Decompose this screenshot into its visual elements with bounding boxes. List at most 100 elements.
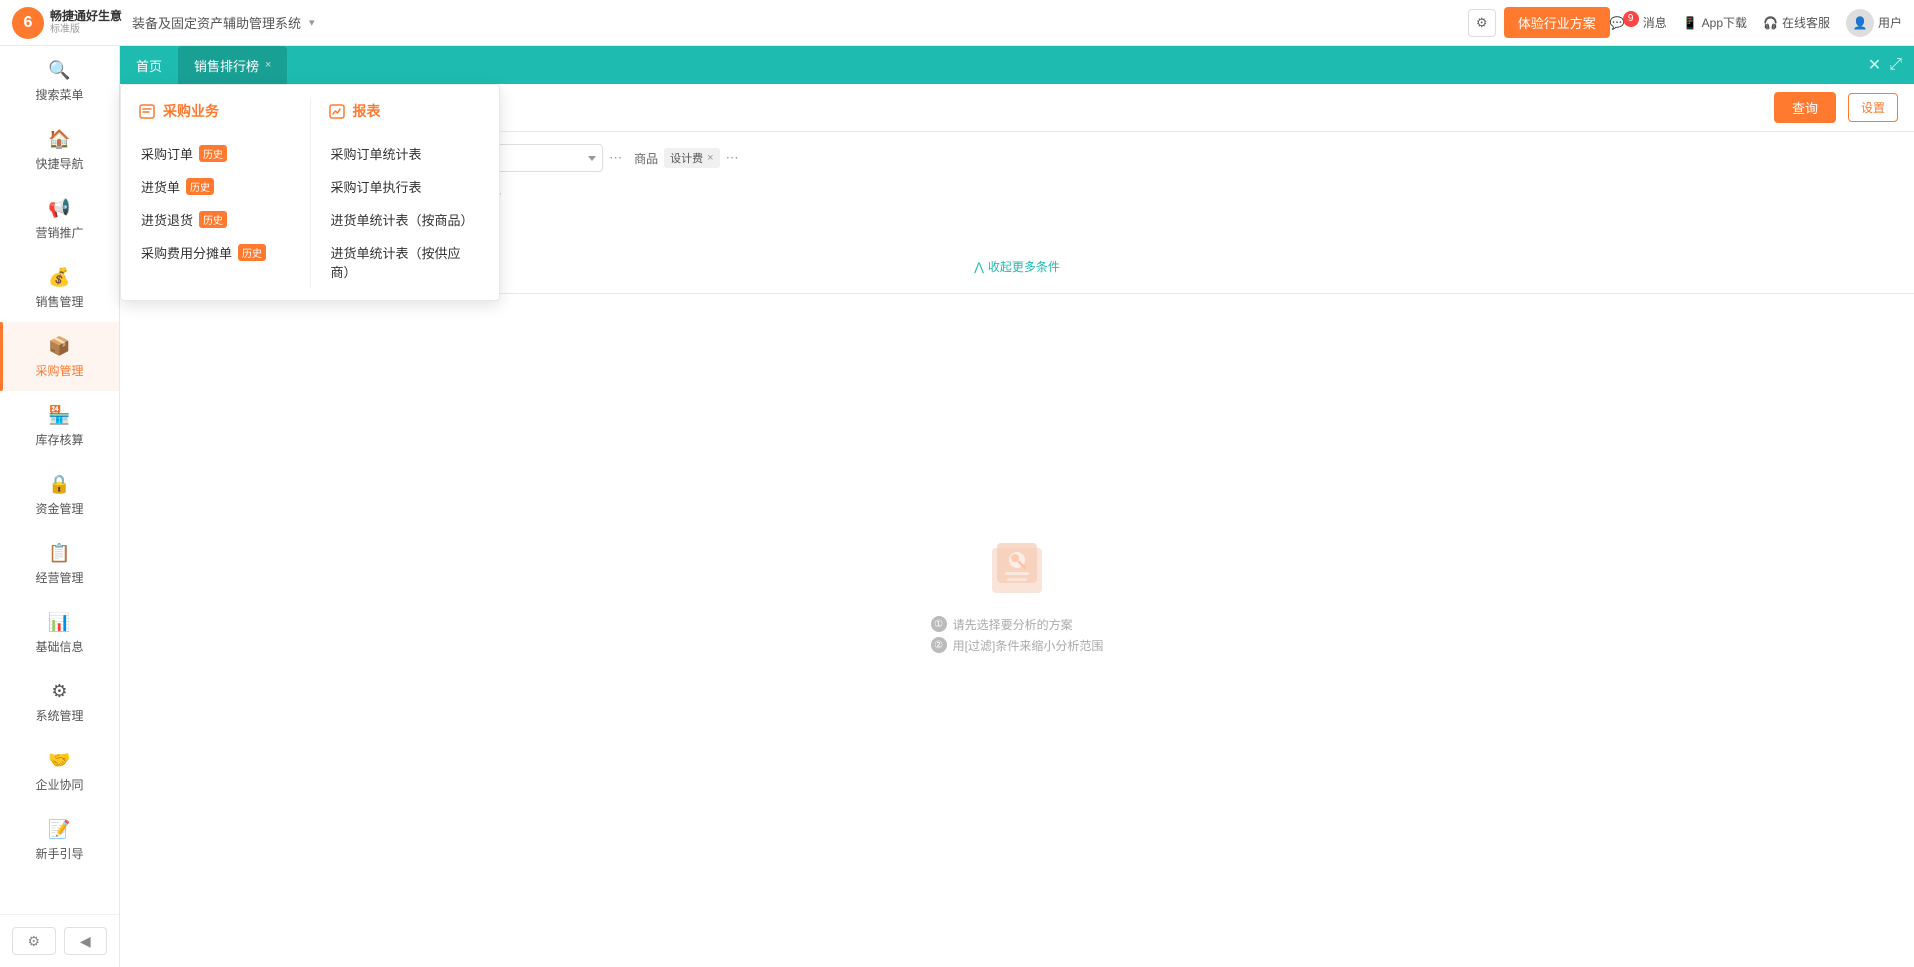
sidebar-item-quick-nav[interactable]: 🏠 快捷导航	[0, 115, 119, 184]
basic-info-icon: 📊	[48, 610, 72, 634]
item-label: 进货退货	[141, 210, 193, 229]
tab-sales-rank[interactable]: 销售排行榜 ×	[178, 46, 287, 84]
sidebar-collapse-btn[interactable]: ◀	[64, 927, 108, 955]
tab-close-window-btn[interactable]: ✕	[1868, 55, 1881, 75]
dropdown-item-inbound-return[interactable]: 进货退货 历史	[137, 203, 294, 236]
sidebar-item-label: 基础信息	[35, 638, 83, 655]
dropdown-item-purchase-order[interactable]: 采购订单 历史	[137, 137, 294, 170]
sidebar-item-label: 库存核算	[35, 431, 83, 448]
item-label: 采购费用分摊单	[141, 243, 232, 262]
tab-bar-actions: ✕ ⤢	[1868, 55, 1914, 75]
marketing-icon: 📢	[48, 196, 72, 220]
funds-icon: 🔒	[48, 472, 72, 496]
sidebar-item-label: 搜索菜单	[35, 86, 83, 103]
goods-tag-close[interactable]: ×	[707, 152, 713, 164]
tab-expand-btn[interactable]: ⤢	[1889, 56, 1902, 74]
sidebar: 🔍 搜索菜单 🏠 快捷导航 📢 营销推广 💰 销售管理 📦 采购管理 🏪 库存核…	[0, 46, 120, 967]
doc-status-more[interactable]: ⋯	[609, 150, 622, 166]
sidebar-item-label: 快捷导航	[35, 155, 83, 172]
sidebar-item-purchase[interactable]: 📦 采购管理	[0, 322, 119, 391]
tab-sales-rank-label: 销售排行榜	[194, 56, 259, 75]
empty-tips: ① 请先选择要分析的方案 ② 用[过滤]条件来缩小分析范围	[931, 616, 1104, 654]
dropdown-col-purchase-header: 采购业务	[137, 97, 294, 125]
tab-bar: 首页 销售排行榜 × ✕ ⤢	[120, 46, 1914, 84]
dropdown-col-purchase-label: 采购业务	[163, 101, 219, 121]
item-label: 进货单统计表（按供应商）	[331, 243, 480, 281]
collapse-arrow-icon: ⋀	[974, 260, 984, 274]
sidebar-footer: ⚙ ◀	[0, 914, 119, 967]
sidebar-item-label: 采购管理	[35, 362, 83, 379]
search-icon: 🔍	[48, 58, 72, 82]
sidebar-item-inventory[interactable]: 🏪 库存核算	[0, 391, 119, 460]
item-label: 采购订单执行表	[331, 177, 422, 196]
inventory-icon: 🏪	[48, 403, 72, 427]
online-service-btn[interactable]: 🎧 在线客服	[1763, 14, 1830, 31]
newbie-icon: 📝	[48, 817, 72, 841]
empty-tip-1: ① 请先选择要分析的方案	[931, 616, 1104, 633]
tab-close-icon[interactable]: ×	[265, 59, 271, 71]
tip2-num: ②	[931, 637, 947, 653]
dropdown-item-inbound[interactable]: 进货单 历史	[137, 170, 294, 203]
user-label: 用户	[1878, 14, 1902, 31]
sidebar-item-label: 企业协同	[35, 776, 83, 793]
sidebar-item-marketing[interactable]: 📢 营销推广	[0, 184, 119, 253]
dropdown-item-inbound-stat-supplier[interactable]: 进货单统计表（按供应商）	[327, 236, 484, 288]
logo-sub: 标准版	[50, 24, 122, 36]
sidebar-settings-btn[interactable]: ⚙	[12, 927, 56, 955]
phone-icon: 📱	[1683, 16, 1698, 30]
trial-button[interactable]: 体验行业方案	[1504, 7, 1610, 38]
dropdown-col-report-header: 报表	[327, 97, 484, 125]
tab-home-label: 首页	[136, 56, 162, 75]
user-btn[interactable]: 👤 用户	[1846, 9, 1902, 37]
logo-main: 畅捷通好生意	[50, 9, 122, 23]
enterprise-icon: 🤝	[48, 748, 72, 772]
sidebar-item-basic-info[interactable]: 📊 基础信息	[0, 598, 119, 667]
sidebar-item-sales[interactable]: 💰 销售管理	[0, 253, 119, 322]
sidebar-item-label: 营销推广	[35, 224, 83, 241]
sidebar-item-newbie[interactable]: 📝 新手引导	[0, 805, 119, 874]
dropdown-item-purchase-expense[interactable]: 采购费用分摊单 历史	[137, 236, 294, 269]
report-col-icon	[327, 101, 347, 121]
collapse-label: 收起更多条件	[988, 258, 1060, 275]
sidebar-item-system[interactable]: ⚙ 系统管理	[0, 667, 119, 736]
goods-label: 商品	[634, 150, 658, 167]
purchase-col-icon	[137, 101, 157, 121]
tab-home[interactable]: 首页	[120, 46, 178, 84]
item-label: 采购订单	[141, 144, 193, 163]
empty-state: ① 请先选择要分析的方案 ② 用[过滤]条件来缩小分析范围	[120, 294, 1914, 967]
dropdown-item-inbound-stat-goods[interactable]: 进货单统计表（按商品）	[327, 203, 484, 236]
sidebar-item-search[interactable]: 🔍 搜索菜单	[0, 46, 119, 115]
sidebar-item-enterprise[interactable]: 🤝 企业协同	[0, 736, 119, 805]
logo-text: 畅捷通好生意 标准版	[50, 9, 122, 35]
history-badge: 历史	[186, 178, 214, 195]
online-service-label: 在线客服	[1782, 14, 1830, 31]
item-label: 采购订单统计表	[331, 144, 422, 163]
doc-status-select[interactable]	[483, 144, 603, 172]
query-button[interactable]: 查询	[1774, 92, 1836, 123]
sidebar-item-label: 销售管理	[35, 293, 83, 310]
sidebar-item-label: 新手引导	[35, 845, 83, 862]
item-label: 进货单	[141, 177, 180, 196]
system-title-arrow[interactable]: ▾	[309, 16, 315, 29]
sales-icon: 💰	[48, 265, 72, 289]
app-download-btn[interactable]: 📱 App下载	[1683, 14, 1747, 31]
goods-more[interactable]: ⋯	[726, 150, 739, 166]
history-badge: 历史	[199, 145, 227, 162]
settings-button[interactable]: 设置	[1848, 93, 1898, 122]
empty-tip-2: ② 用[过滤]条件来缩小分析范围	[931, 637, 1104, 654]
dropdown-col-report-label: 报表	[353, 101, 381, 121]
history-badge: 历史	[199, 211, 227, 228]
dropdown-item-po-stat[interactable]: 采购订单统计表	[327, 137, 484, 170]
notifications-btn[interactable]: 💬 9 消息	[1610, 14, 1667, 31]
dropdown-menu: 采购业务 采购订单 历史 进货单 历史 进货退货 历史 采购费用分摊单 历史 报…	[120, 84, 500, 301]
system-title-area: 装备及固定资产辅助管理系统 ▾	[132, 13, 1460, 32]
dropdown-item-po-exec[interactable]: 采购订单执行表	[327, 170, 484, 203]
settings-icon[interactable]: ⚙	[1468, 9, 1496, 37]
goods-tag-text: 设计费	[670, 150, 703, 166]
sidebar-item-operation[interactable]: 📋 经营管理	[0, 529, 119, 598]
history-badge: 历史	[238, 244, 266, 261]
sidebar-item-funds[interactable]: 🔒 资金管理	[0, 460, 119, 529]
sidebar-item-label: 经营管理	[35, 569, 83, 586]
goods-filter-group: 商品 设计费 × ⋯	[634, 148, 738, 168]
purchase-icon: 📦	[48, 334, 72, 358]
